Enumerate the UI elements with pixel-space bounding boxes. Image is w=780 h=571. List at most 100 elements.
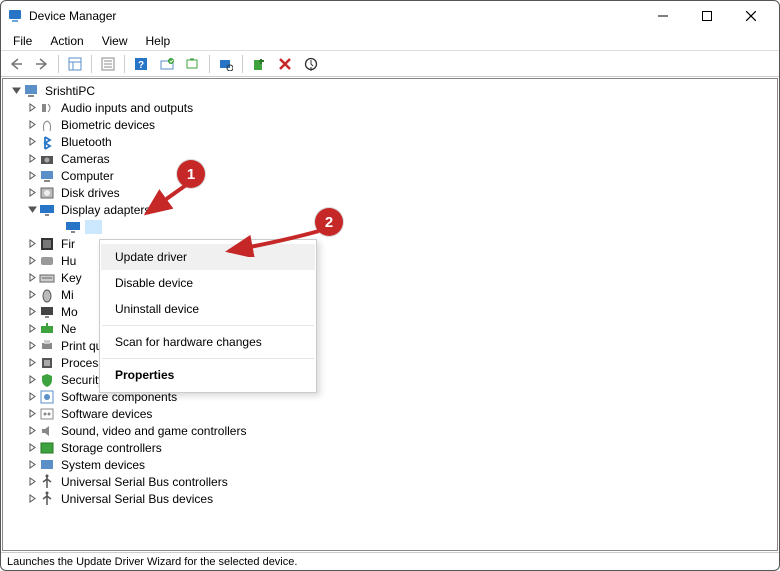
tree-node-label: Audio inputs and outputs: [59, 101, 195, 115]
expand-chevron-icon[interactable]: [25, 290, 39, 299]
expand-chevron-icon[interactable]: [25, 256, 39, 265]
firmware-icon: [39, 236, 55, 252]
hid-icon: [39, 253, 55, 269]
expand-chevron-icon[interactable]: [25, 171, 39, 180]
disk-icon: [39, 185, 55, 201]
expand-chevron-icon[interactable]: [25, 273, 39, 282]
tree-node[interactable]: Universal Serial Bus controllers: [7, 473, 773, 490]
app-icon: [7, 8, 23, 24]
tree-node[interactable]: Universal Serial Bus devices: [7, 490, 773, 507]
tree-root[interactable]: SrishtiPC: [7, 82, 773, 99]
tree-node[interactable]: Disk drives: [7, 184, 773, 201]
tree-node-label: Display adapters: [59, 203, 152, 217]
status-bar: Launches the Update Driver Wizard for th…: [1, 552, 779, 570]
menu-view[interactable]: View: [94, 33, 136, 49]
expand-chevron-icon[interactable]: [25, 154, 39, 163]
expand-chevron-icon[interactable]: [25, 494, 39, 503]
tree-node-label: [85, 220, 102, 234]
expand-chevron-icon[interactable]: [25, 409, 39, 418]
expand-chevron-icon[interactable]: [25, 341, 39, 350]
tree-node[interactable]: Sound, video and game controllers: [7, 422, 773, 439]
help-button[interactable]: ?: [129, 52, 153, 76]
expand-chevron-icon[interactable]: [25, 103, 39, 112]
usb-icon: [39, 491, 55, 507]
update-driver-button[interactable]: [155, 52, 179, 76]
expand-chevron-icon[interactable]: [25, 205, 39, 214]
properties-button[interactable]: [96, 52, 120, 76]
softdev-icon: [39, 406, 55, 422]
remove-device-button[interactable]: [273, 52, 297, 76]
tree-node-label: Fir: [59, 237, 77, 251]
expand-chevron-icon[interactable]: [25, 120, 39, 129]
usb-icon: [39, 474, 55, 490]
computer-icon: [23, 83, 39, 99]
show-hide-tree-button[interactable]: [63, 52, 87, 76]
camera-icon: [39, 151, 55, 167]
component-icon: [39, 389, 55, 405]
tree-node[interactable]: Display adapters: [7, 201, 773, 218]
expand-chevron-icon[interactable]: [25, 324, 39, 333]
close-button[interactable]: [729, 2, 773, 30]
expand-chevron-icon[interactable]: [25, 137, 39, 146]
tree-node-label: Cameras: [59, 152, 112, 166]
context-item[interactable]: Scan for hardware changes: [101, 329, 315, 355]
tree-node[interactable]: Cameras: [7, 150, 773, 167]
context-item[interactable]: Update driver: [101, 244, 315, 270]
printer-icon: [39, 338, 55, 354]
tree-node-label: Mi: [59, 288, 76, 302]
expand-chevron-icon[interactable]: [25, 307, 39, 316]
monitor-icon: [39, 304, 55, 320]
minimize-button[interactable]: [641, 2, 685, 30]
tree-node[interactable]: Audio inputs and outputs: [7, 99, 773, 116]
speaker-icon: [39, 100, 55, 116]
tree-node[interactable]: System devices: [7, 456, 773, 473]
sound-icon: [39, 423, 55, 439]
add-driver-button[interactable]: [247, 52, 271, 76]
tree-node-label: Storage controllers: [59, 441, 164, 455]
expand-chevron-icon[interactable]: [25, 239, 39, 248]
expand-chevron-icon[interactable]: [25, 375, 39, 384]
mouse-icon: [39, 287, 55, 303]
tree-node[interactable]: Bluetooth: [7, 133, 773, 150]
nav-back-button[interactable]: [4, 52, 28, 76]
tree-node[interactable]: Software devices: [7, 405, 773, 422]
scan-hardware-button[interactable]: [214, 52, 238, 76]
uninstall-device-button[interactable]: [181, 52, 205, 76]
menu-help[interactable]: Help: [138, 33, 179, 49]
expand-chevron-icon[interactable]: [25, 443, 39, 452]
nav-forward-button[interactable]: [30, 52, 54, 76]
titlebar: Device Manager: [1, 1, 779, 31]
menubar: File Action View Help: [1, 31, 779, 51]
tree-node-label: Key: [59, 271, 84, 285]
tree-node-label: Mo: [59, 305, 80, 319]
expand-chevron-icon[interactable]: [25, 392, 39, 401]
cpu-icon: [39, 355, 55, 371]
menu-file[interactable]: File: [5, 33, 40, 49]
context-item[interactable]: Properties: [101, 362, 315, 388]
window-title: Device Manager: [29, 9, 116, 23]
system-icon: [39, 457, 55, 473]
expand-chevron-icon[interactable]: [25, 477, 39, 486]
tree-leaf[interactable]: [7, 218, 773, 235]
tree-node-label: Bluetooth: [59, 135, 114, 149]
expand-chevron-icon[interactable]: [25, 460, 39, 469]
show-hidden-button[interactable]: [299, 52, 323, 76]
context-item[interactable]: Disable device: [101, 270, 315, 296]
context-separator: [102, 325, 314, 326]
finger-icon: [39, 117, 55, 133]
bluetooth-icon: [39, 134, 55, 150]
tree-node[interactable]: Computer: [7, 167, 773, 184]
network-icon: [39, 321, 55, 337]
expand-chevron-icon[interactable]: [25, 426, 39, 435]
expand-chevron-icon[interactable]: [9, 86, 23, 95]
tree-node-label: Universal Serial Bus controllers: [59, 475, 230, 489]
context-item[interactable]: Uninstall device: [101, 296, 315, 322]
annotation-badge-2: 2: [315, 208, 343, 236]
menu-action[interactable]: Action: [42, 33, 91, 49]
expand-chevron-icon[interactable]: [25, 188, 39, 197]
maximize-button[interactable]: [685, 2, 729, 30]
tree-node[interactable]: Biometric devices: [7, 116, 773, 133]
tree-node[interactable]: Storage controllers: [7, 439, 773, 456]
expand-chevron-icon[interactable]: [25, 358, 39, 367]
context-menu: Update driverDisable deviceUninstall dev…: [99, 239, 317, 393]
